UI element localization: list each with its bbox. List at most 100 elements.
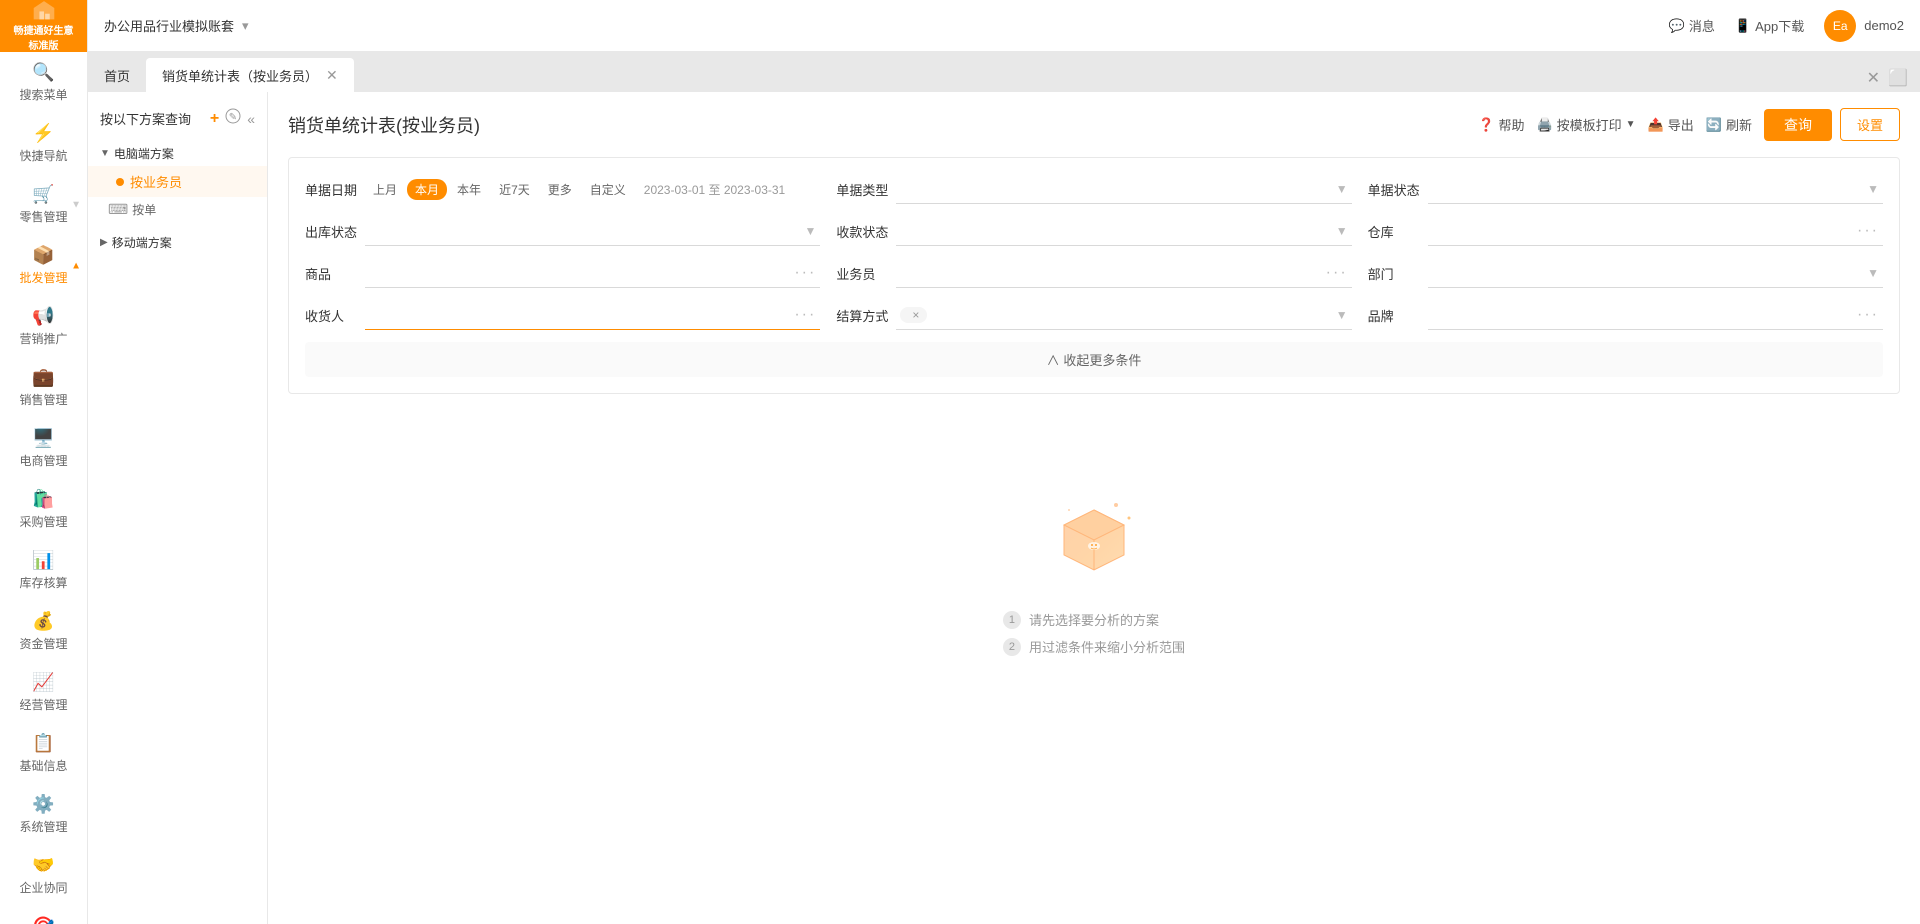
edit-scheme-button[interactable]: ✎	[225, 108, 241, 129]
filter-salesman: 业务员 ···	[836, 258, 1351, 288]
product-control: ···	[365, 258, 820, 288]
add-scheme-button[interactable]: +	[210, 110, 219, 128]
doc-status-control: ▼	[1428, 174, 1883, 204]
filter-row-1: 单据日期 上月 本月 本年 近7天 更多 自定义 2023-03-01 至 20…	[305, 174, 1883, 204]
query-button[interactable]: 查询	[1764, 109, 1832, 141]
subsection-icon: ⌨	[108, 201, 128, 218]
tab-close-button[interactable]: ✕	[326, 67, 338, 84]
date-tabs: 上月 本月 本年 近7天 更多 自定义	[365, 179, 634, 200]
scheme-by-order[interactable]: ⌨ 按单	[88, 197, 267, 222]
pay-status-select[interactable]: ▼	[896, 220, 1351, 242]
filter-product: 商品 ···	[305, 258, 820, 288]
sidebar-item-basic-info[interactable]: 📋 基础信息	[0, 723, 87, 784]
topbar-arrow[interactable]: ▾	[242, 18, 249, 34]
collapse-panel-button[interactable]: «	[247, 111, 255, 127]
sidebar-item-sales[interactable]: 💼 销售管理	[0, 357, 87, 418]
date-tab-custom[interactable]: 自定义	[582, 179, 634, 200]
filter-receiver: 收货人 ···	[305, 300, 820, 330]
help-icon: ❓	[1478, 117, 1494, 133]
pc-section-title[interactable]: ▼ 电脑端方案	[88, 141, 267, 166]
app-logo: 畅捷通好生意 标准版	[0, 0, 88, 52]
panel-header: 按以下方案查询 + ✎ «	[88, 104, 267, 133]
settlement-clear-button[interactable]: ×	[912, 308, 919, 322]
filter-pay-status: 收款状态 ▼	[836, 216, 1351, 246]
maximize-action[interactable]: ⬜	[1888, 68, 1908, 88]
brand-dots[interactable]: ···	[1857, 306, 1879, 324]
collapse-bar[interactable]: ∧ 收起更多条件	[305, 342, 1883, 377]
message-label: 消息	[1689, 16, 1715, 35]
help-label: 帮助	[1498, 115, 1524, 134]
panel-title: 按以下方案查询	[100, 109, 191, 128]
sidebar-item-marketing[interactable]: 📢 营销推广	[0, 296, 87, 357]
help-button[interactable]: ❓ 帮助	[1478, 115, 1524, 134]
sidebar-item-system[interactable]: ⚙️ 系统管理	[0, 784, 87, 845]
product-dots[interactable]: ···	[794, 264, 816, 282]
warehouse-select[interactable]: ···	[1428, 218, 1883, 244]
sidebar-item-search[interactable]: 🔍 搜索菜单	[0, 52, 87, 113]
app-download-button[interactable]: 📱 App下载	[1735, 16, 1804, 35]
message-button[interactable]: 💬 消息	[1669, 16, 1715, 35]
panel-header-actions: + ✎ «	[210, 108, 255, 129]
warehouse-control: ···	[1428, 216, 1883, 246]
doc-status-select[interactable]: ▼	[1428, 178, 1883, 200]
sidebar-item-finance[interactable]: 💰 资金管理	[0, 601, 87, 662]
sidebar-item-operations[interactable]: 📈 经营管理	[0, 662, 87, 723]
sidebar-item-guide[interactable]: 🎯 新手引导	[0, 906, 87, 924]
tab-home[interactable]: 首页	[88, 58, 146, 92]
filter-form: 单据日期 上月 本月 本年 近7天 更多 自定义 2023-03-01 至 20…	[288, 157, 1900, 394]
sidebar-item-purchase[interactable]: 🛍️ 采购管理	[0, 479, 87, 540]
doc-type-control: ▼	[896, 174, 1351, 204]
pc-section-label: 电脑端方案	[114, 145, 174, 162]
empty-tips: 1 请先选择要分析的方案 2 用过滤条件来缩小分析范围	[1003, 610, 1185, 656]
close-tab-action[interactable]: ✕	[1867, 68, 1880, 88]
filter-row-3: 商品 ··· 业务员 ···	[305, 258, 1883, 288]
out-status-chevron: ▼	[804, 224, 816, 238]
sidebar-item-quick-nav[interactable]: ⚡ 快捷导航	[0, 113, 87, 174]
out-status-label: 出库状态	[305, 222, 357, 241]
system-icon: ⚙️	[32, 794, 54, 815]
refresh-icon: 🔄	[1706, 117, 1722, 133]
print-button[interactable]: 🖨️ 按模板打印 ▼	[1536, 115, 1635, 134]
dept-select[interactable]: ▼	[1428, 262, 1883, 284]
salesman-dots[interactable]: ···	[1326, 264, 1348, 282]
date-tab-7days[interactable]: 近7天	[491, 179, 538, 200]
sales-icon: 💼	[32, 367, 54, 388]
user-menu[interactable]: Ea demo2	[1824, 10, 1904, 42]
username: demo2	[1864, 18, 1904, 33]
pay-status-chevron: ▼	[1336, 224, 1348, 238]
tab-sales-stat[interactable]: 销货单统计表（按业务员） ✕	[146, 58, 354, 92]
date-tab-this-month[interactable]: 本月	[407, 179, 447, 200]
warehouse-label: 仓库	[1368, 222, 1420, 241]
refresh-button[interactable]: 🔄 刷新	[1706, 115, 1752, 134]
receiver-dots[interactable]: ···	[794, 306, 816, 324]
settlement-select[interactable]: × ▼	[896, 303, 1351, 327]
scheme-by-salesman[interactable]: 按业务员	[88, 166, 267, 197]
receiver-control: ···	[365, 300, 820, 330]
sidebar-item-wholesale[interactable]: 📦 批发管理 ▲	[0, 235, 87, 296]
sidebar-item-enterprise[interactable]: 🤝 企业协同	[0, 845, 87, 906]
sidebar-item-ecommerce[interactable]: 🖥️ 电商管理	[0, 418, 87, 479]
sidebar-item-inventory[interactable]: 📊 库存核算	[0, 540, 87, 601]
sidebar-item-retail[interactable]: 🛒 零售管理 ▼	[0, 174, 87, 235]
date-tab-last-month[interactable]: 上月	[365, 179, 405, 200]
doc-type-select[interactable]: ▼	[896, 178, 1351, 200]
receiver-select[interactable]: ···	[365, 302, 820, 328]
mobile-section-title[interactable]: ▶ 移动端方案	[88, 230, 267, 255]
export-button[interactable]: 📤 导出	[1648, 115, 1694, 134]
print-arrow: ▼	[1626, 119, 1636, 130]
salesman-select[interactable]: ···	[896, 260, 1351, 286]
enterprise-icon: 🤝	[32, 855, 54, 876]
filter-doc-status: 单据状态 ▼	[1368, 174, 1883, 204]
date-tab-this-year[interactable]: 本年	[449, 179, 489, 200]
out-status-select[interactable]: ▼	[365, 220, 820, 242]
filter-brand: 品牌 ···	[1368, 300, 1883, 330]
filter-doc-type: 单据类型 ▼	[836, 174, 1351, 204]
date-tab-more[interactable]: 更多	[540, 179, 580, 200]
app-download-icon: 📱	[1735, 18, 1751, 34]
warehouse-dots[interactable]: ···	[1857, 222, 1879, 240]
settings-button[interactable]: 设置	[1840, 108, 1900, 141]
product-select[interactable]: ···	[365, 260, 820, 286]
brand-select[interactable]: ···	[1428, 302, 1883, 328]
svg-text:✎: ✎	[229, 112, 237, 123]
doc-type-label: 单据类型	[836, 180, 888, 199]
